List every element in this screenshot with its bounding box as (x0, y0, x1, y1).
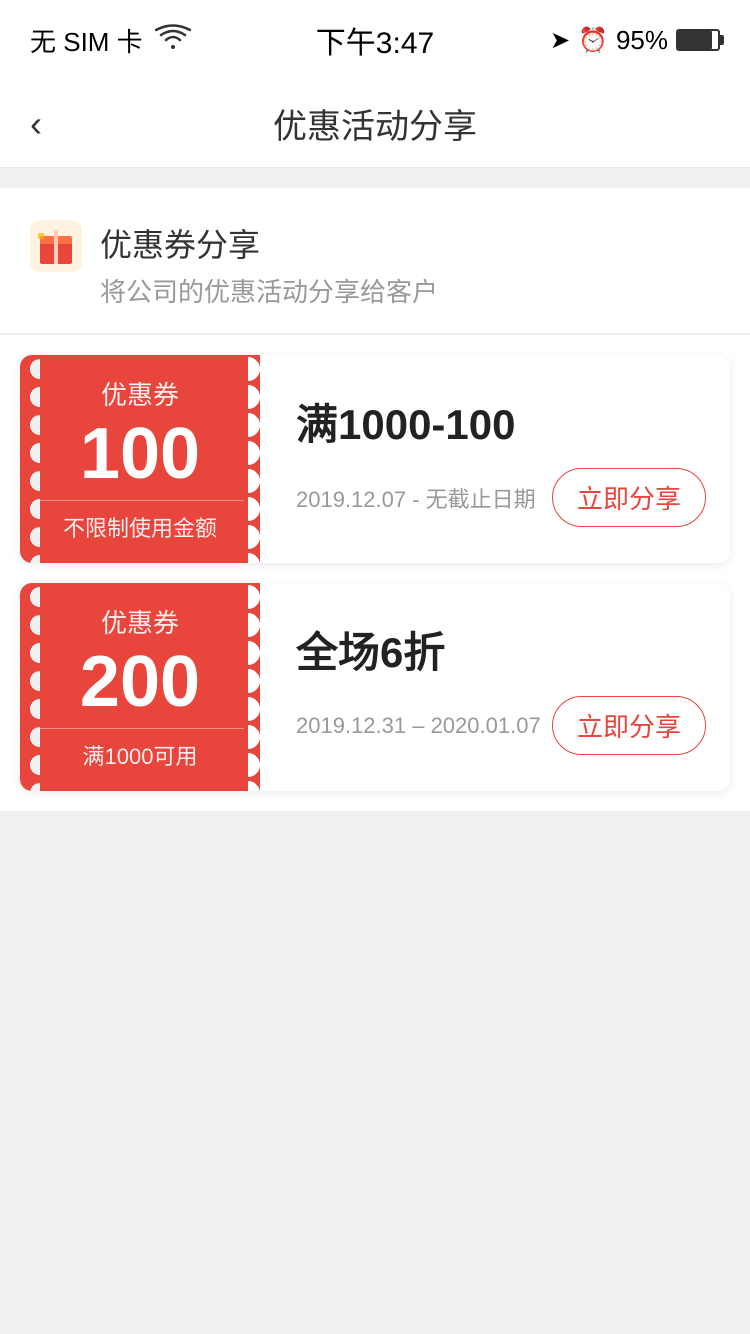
coupon-share-button-1[interactable]: 立即分享 (552, 468, 706, 527)
coupon-date-2: 2019.12.31 – 2020.01.07 (296, 713, 542, 739)
coupon-label-2: 优惠券 (101, 603, 179, 640)
wifi-icon (155, 23, 191, 58)
coupon-date-1: 2019.12.07 - 无截止日期 (296, 482, 542, 514)
battery-label: 95% (616, 25, 668, 56)
section-text: 优惠券分享 将公司的优惠活动分享给客户 (100, 220, 438, 309)
battery-icon (676, 29, 720, 51)
coupon-share-button-2[interactable]: 立即分享 (552, 696, 706, 755)
location-icon: ➤ (550, 26, 570, 55)
nav-bar: ‹ 优惠活动分享 (0, 80, 750, 168)
section-subtitle: 将公司的优惠活动分享给客户 (100, 272, 438, 309)
coupon-right-2: 全场6折 2019.12.31 – 2020.01.07 立即分享 (260, 583, 730, 791)
coupon-name-2: 全场6折 (296, 619, 706, 680)
coupon-label-1: 优惠券 (101, 375, 179, 412)
status-right: ➤ ⏰ 95% (550, 25, 720, 56)
coupon-name-1: 满1000-100 (296, 391, 706, 452)
coupon-meta-1: 2019.12.07 - 无截止日期 立即分享 (296, 468, 706, 527)
coupon-amount-2: 200 (80, 646, 200, 718)
coupon-card-1: 优惠券 100 不限制使用金额 满1000-100 2019.12.07 - 无… (20, 355, 730, 563)
carrier-label: 无 SIM 卡 (30, 22, 143, 59)
coupon-right-1: 满1000-100 2019.12.07 - 无截止日期 立即分享 (260, 355, 730, 563)
page-title: 优惠活动分享 (273, 99, 477, 148)
status-bar: 无 SIM 卡 下午3:47 ➤ ⏰ 95% (0, 0, 750, 80)
coupon-section-icon (30, 220, 82, 272)
status-time: 下午3:47 (316, 18, 434, 62)
coupon-condition-2: 满1000可用 (36, 728, 244, 771)
coupon-left-2: 优惠券 200 满1000可用 (20, 583, 260, 791)
status-left: 无 SIM 卡 (30, 22, 191, 59)
coupon-list: 优惠券 100 不限制使用金额 满1000-100 2019.12.07 - 无… (0, 335, 750, 811)
coupon-left-1: 优惠券 100 不限制使用金额 (20, 355, 260, 563)
coupon-amount-1: 100 (80, 418, 200, 490)
coupon-condition-1: 不限制使用金额 (36, 500, 244, 543)
section-title: 优惠券分享 (100, 220, 438, 266)
coupon-card-2: 优惠券 200 满1000可用 全场6折 2019.12.31 – 2020.0… (20, 583, 730, 791)
section-header: 优惠券分享 将公司的优惠活动分享给客户 (0, 188, 750, 333)
back-button[interactable]: ‹ (30, 103, 42, 145)
empty-area (0, 811, 750, 1311)
coupon-meta-2: 2019.12.31 – 2020.01.07 立即分享 (296, 696, 706, 755)
alarm-icon: ⏰ (578, 26, 608, 55)
